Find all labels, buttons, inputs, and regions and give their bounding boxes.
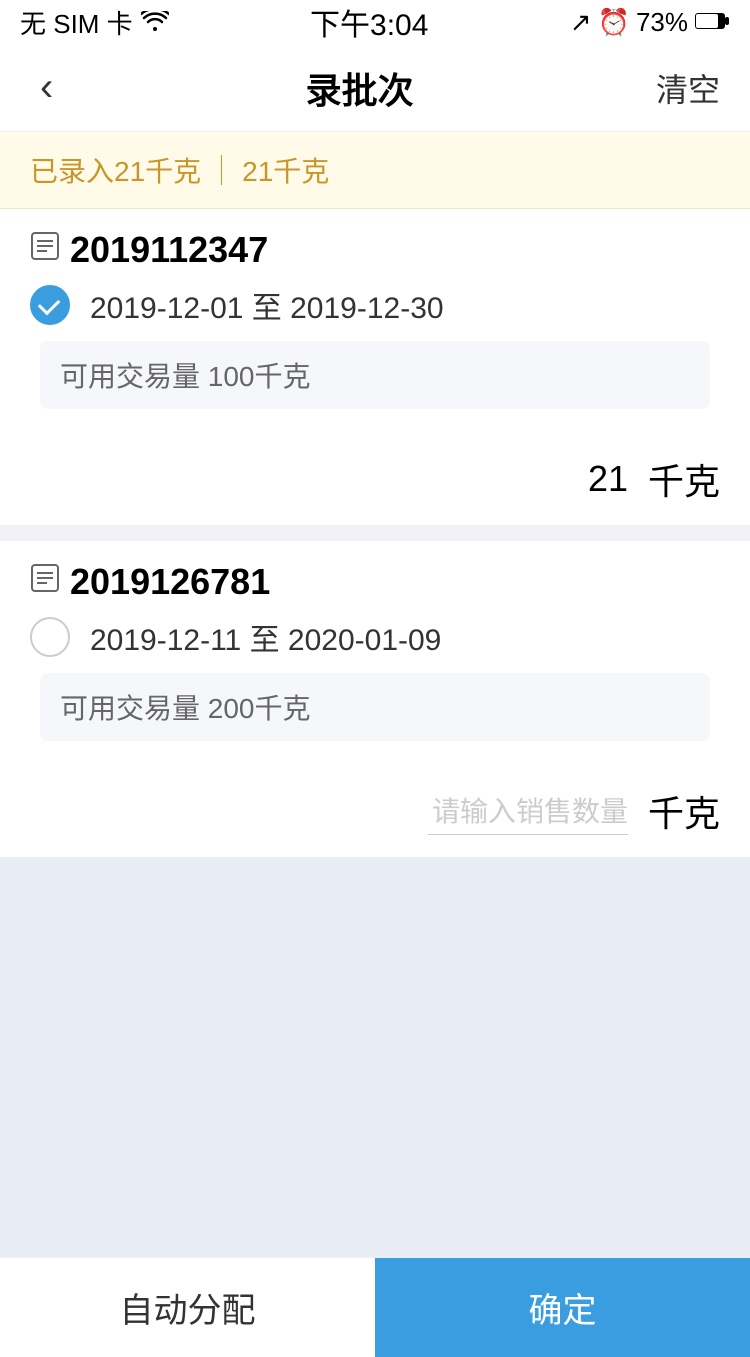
- batch-item-2: 2019126781 2019-12-11 至 2020-01-09 可用交易量…: [0, 541, 750, 857]
- location-icon: ↗: [570, 7, 592, 38]
- summary-bar: 已录入21千克 21千克: [0, 132, 750, 209]
- battery-icon: [694, 7, 730, 38]
- clear-button[interactable]: 清空: [656, 65, 720, 111]
- nav-bar: ‹ 录批次 清空: [0, 44, 750, 132]
- status-time: 下午3:04: [310, 0, 428, 44]
- batch-doc-icon-1: [30, 231, 60, 269]
- content-area: 2019112347 2019-12-01 至 2019-12-30 可用交易量…: [0, 209, 750, 1257]
- page-title: 录批次: [306, 62, 414, 114]
- confirm-button[interactable]: 确定: [375, 1258, 750, 1357]
- status-bar: 无 SIM 卡 下午3:04 ↗ ⏰ 73%: [0, 0, 750, 44]
- separator-1: [0, 525, 750, 541]
- status-right: ↗ ⏰ 73%: [570, 7, 730, 38]
- radio-btn-2[interactable]: [30, 617, 70, 657]
- wifi-icon: [141, 7, 169, 38]
- batch-id-1: 2019112347: [70, 229, 268, 271]
- batch-date-1: 2019-12-01 至 2019-12-30: [90, 283, 444, 327]
- sim-status: 无 SIM 卡: [20, 4, 133, 41]
- quantity-unit-2: 千克: [648, 785, 720, 837]
- available-text-2: 可用交易量 200千克: [60, 693, 311, 724]
- auto-distribute-button[interactable]: 自动分配: [0, 1258, 375, 1357]
- empty-space: [0, 857, 750, 1257]
- available-row-1: 可用交易量 100千克: [40, 341, 710, 409]
- batch-date-2: 2019-12-11 至 2020-01-09: [90, 615, 441, 659]
- batch-item-1: 2019112347 2019-12-01 至 2019-12-30 可用交易量…: [0, 209, 750, 525]
- quantity-value-1: 21: [588, 458, 628, 500]
- radio-btn-1[interactable]: [30, 285, 70, 325]
- quantity-row-1: 21 千克: [0, 443, 750, 525]
- batch-id-row-1: 2019112347: [30, 229, 720, 271]
- summary-value: 21千克: [242, 150, 329, 190]
- summary-label: 已录入21千克: [30, 150, 201, 190]
- batch-id-row-2: 2019126781: [30, 561, 720, 603]
- battery-text: 73%: [636, 7, 688, 38]
- quantity-unit-1: 千克: [648, 453, 720, 505]
- batch-doc-icon-2: [30, 563, 60, 601]
- quantity-row-2[interactable]: 千克: [0, 775, 750, 857]
- available-text-1: 可用交易量 100千克: [60, 361, 311, 392]
- available-row-2: 可用交易量 200千克: [40, 673, 710, 741]
- batch-id-2: 2019126781: [70, 561, 270, 603]
- batch-date-row-2[interactable]: 2019-12-11 至 2020-01-09: [30, 615, 720, 659]
- quantity-input-2[interactable]: [428, 788, 628, 835]
- summary-divider: [221, 155, 222, 185]
- alarm-icon: ⏰: [598, 7, 630, 38]
- bottom-bar: 自动分配 确定: [0, 1257, 750, 1357]
- batch-date-row-1[interactable]: 2019-12-01 至 2019-12-30: [30, 283, 720, 327]
- back-button[interactable]: ‹: [30, 55, 63, 120]
- status-left: 无 SIM 卡: [20, 4, 169, 41]
